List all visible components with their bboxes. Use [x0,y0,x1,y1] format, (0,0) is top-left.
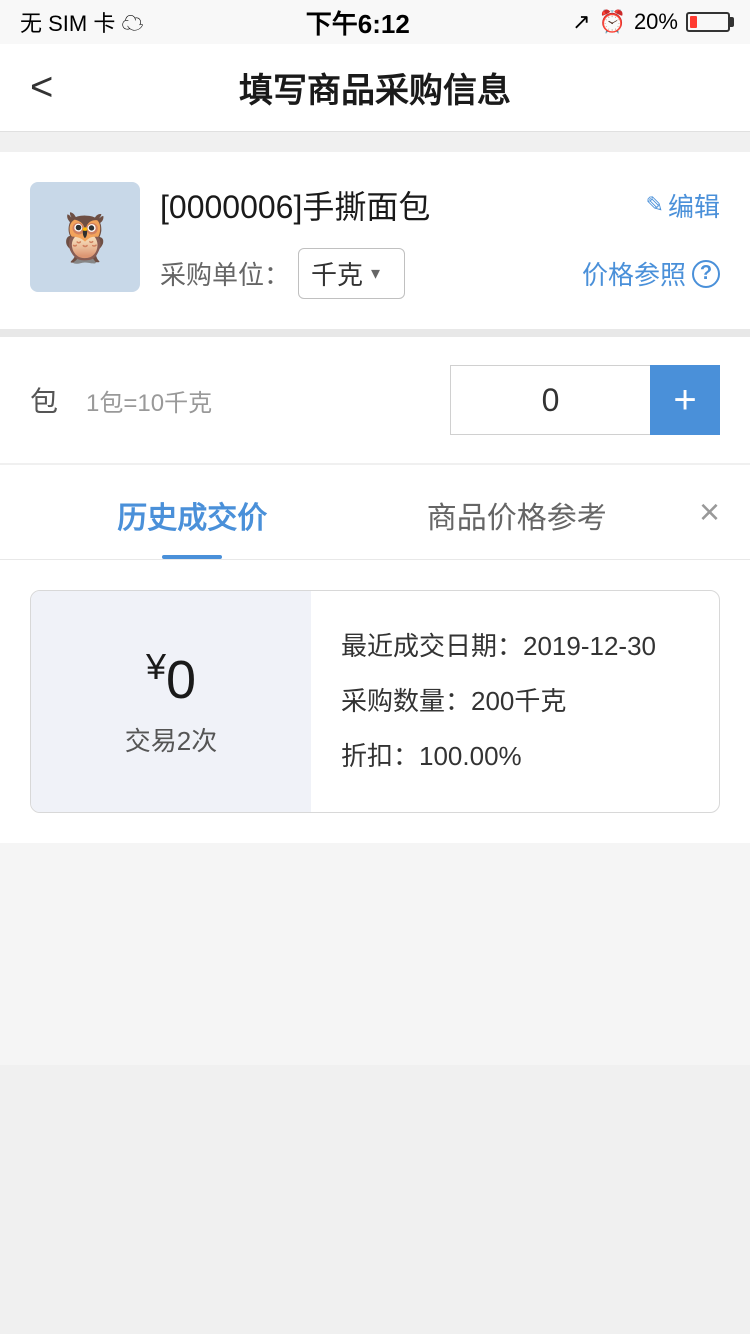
main-content: 历史成交价 商品价格参考 × ¥0 交易2次 最近成交日期：2019-12-30 [0,465,750,1065]
unit-conversion: 1包=10千克 [86,383,212,418]
history-price-value: ¥0 [146,646,196,711]
battery-icon [686,12,730,32]
edit-label: 编辑 [668,187,720,224]
product-card: 🦉 [0000006]手撕面包 ✎ 编辑 采购单位： 千克 ▾ 价格参照 ? [0,152,750,329]
purchase-qty-label: 采购数量： [341,686,471,716]
quantity-input[interactable] [450,365,650,435]
history-trades-count: 交易2次 [125,721,217,758]
recent-date-row: 最近成交日期：2019-12-30 [341,627,689,666]
history-card: ¥0 交易2次 最近成交日期：2019-12-30 采购数量：200千克 折扣：… [30,590,720,813]
nav-bar: < 填写商品采购信息 [0,44,750,132]
unit-value: 千克 [311,255,363,292]
tab-price-ref-label: 商品价格参考 [427,502,607,535]
history-price-section: ¥0 交易2次 [31,591,311,812]
currency-symbol: ¥ [146,646,166,687]
unit-section: 采购单位： 千克 ▾ [160,248,405,299]
discount-row: 折扣：100.00% [341,737,689,776]
status-time: 下午6:12 [306,4,410,41]
status-left: 无 SIM 卡 ☁ [20,6,143,38]
quantity-row: 包 1包=10千克 + [0,337,750,463]
product-image: 🦉 [30,182,140,292]
tabs-close-button[interactable]: × [679,471,720,553]
package-unit-label: 包 [30,380,58,420]
product-unit-row: 采购单位： 千克 ▾ 价格参照 ? [160,248,720,299]
back-button[interactable]: < [30,65,73,110]
quantity-plus-button[interactable]: + [650,365,720,435]
discount-value: 100.00% [419,741,522,771]
signal-text: 无 SIM 卡 ☁ [20,6,143,38]
battery-percent: 20% [634,9,678,35]
help-icon: ? [692,260,720,288]
history-content: ¥0 交易2次 最近成交日期：2019-12-30 采购数量：200千克 折扣：… [0,560,750,843]
unit-label: 采购单位： [160,255,290,292]
unit-select[interactable]: 千克 ▾ [298,248,405,299]
history-details-section: 最近成交日期：2019-12-30 采购数量：200千克 折扣：100.00% [311,591,719,812]
recent-date-label: 最近成交日期： [341,631,523,661]
status-bar: 无 SIM 卡 ☁ 下午6:12 ↗ ⏰ 20% [0,0,750,44]
location-icon: ↗ [572,9,590,35]
alarm-icon: ⏰ [599,9,626,35]
chevron-down-icon: ▾ [371,263,380,284]
product-details: [0000006]手撕面包 ✎ 编辑 采购单位： 千克 ▾ 价格参照 ? [160,182,720,299]
product-name: [0000006]手撕面包 [160,182,430,228]
price-ref-button[interactable]: 价格参照 ? [582,255,720,292]
price-number: 0 [166,650,196,710]
page-title: 填写商品采购信息 [239,63,511,112]
tabs-header: 历史成交价 商品价格参考 × [0,465,750,560]
tab-history-label: 历史成交价 [117,502,267,535]
tab-history-price[interactable]: 历史成交价 [30,465,354,559]
price-ref-label: 价格参照 [582,255,686,292]
section-divider [0,329,750,337]
tab-price-ref[interactable]: 商品价格参考 [354,465,678,559]
quantity-input-wrap: + [450,365,720,435]
status-right: ↗ ⏰ 20% [572,9,730,35]
purchase-qty-value: 200千克 [471,686,566,716]
product-header: [0000006]手撕面包 ✎ 编辑 [160,182,720,228]
discount-label: 折扣： [341,741,419,771]
purchase-qty-row: 采购数量：200千克 [341,682,689,721]
edit-button[interactable]: ✎ 编辑 [646,187,720,224]
edit-icon: ✎ [646,192,664,218]
product-logo-icon: 🦉 [55,209,115,266]
tabs-section: 历史成交价 商品价格参考 × ¥0 交易2次 最近成交日期：2019-12-30 [0,465,750,843]
recent-date-value: 2019-12-30 [523,631,656,661]
